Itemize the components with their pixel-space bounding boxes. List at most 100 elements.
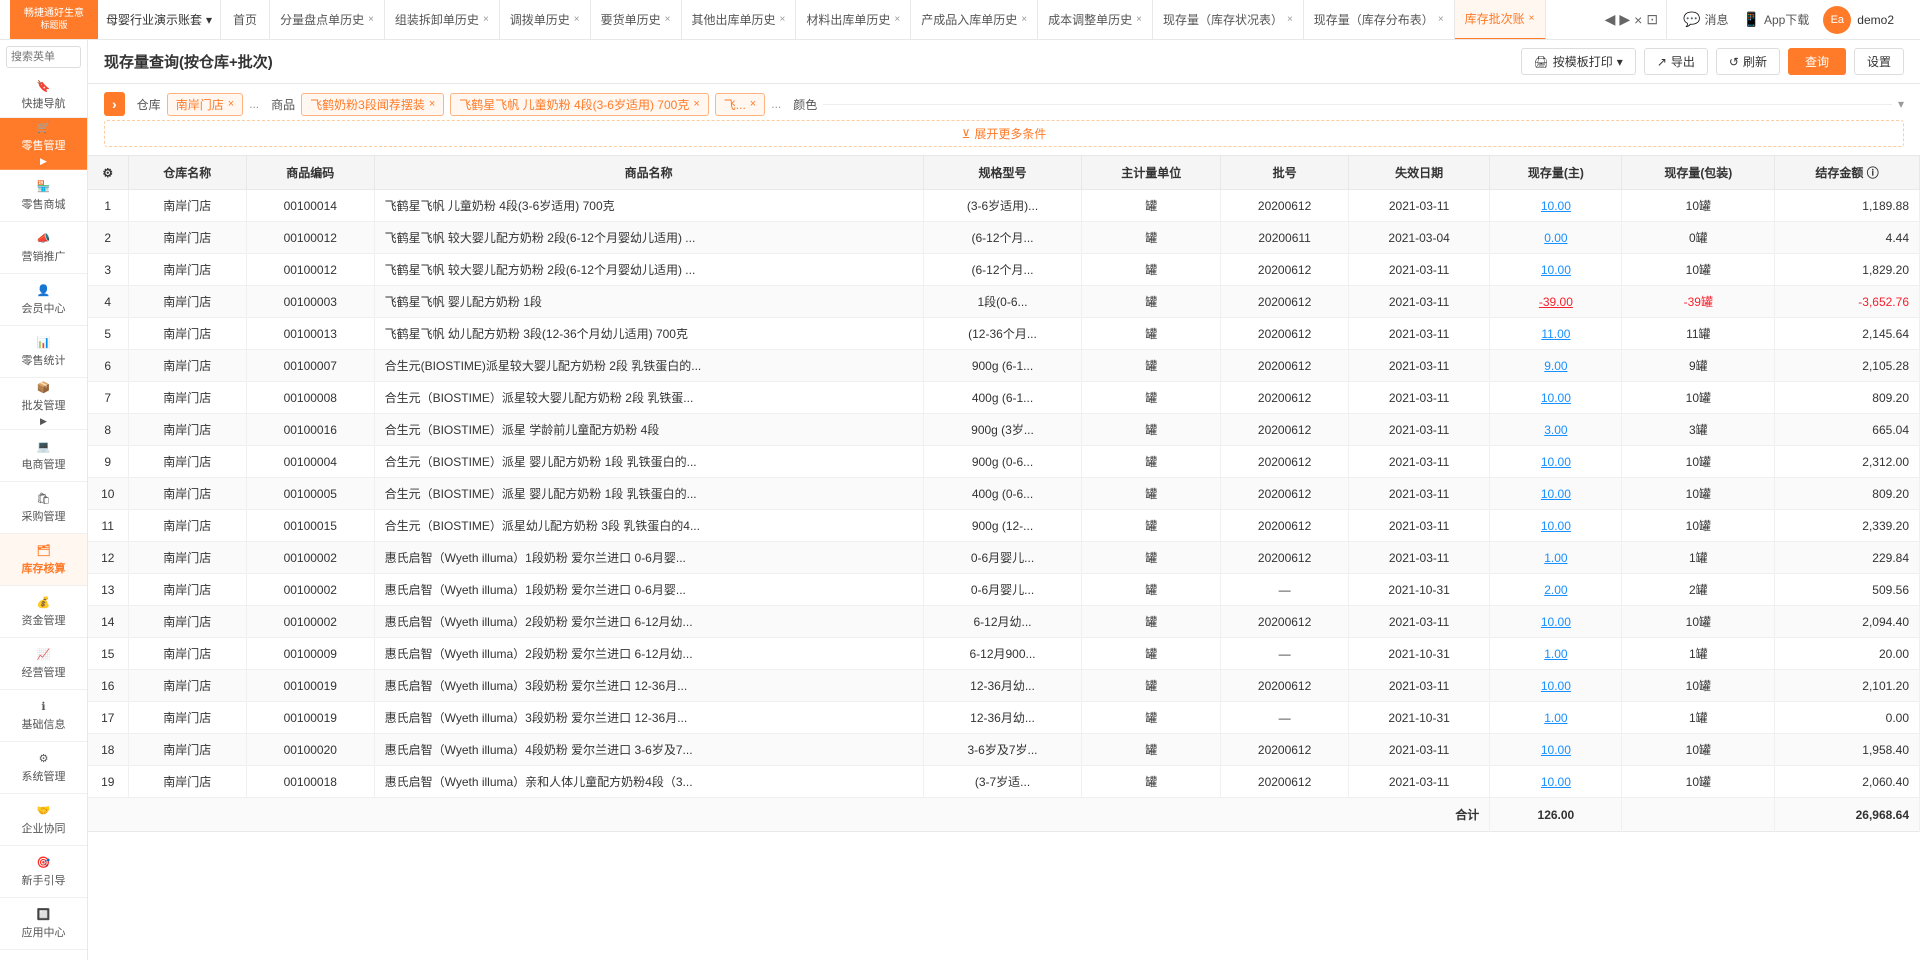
search-input[interactable] [6, 46, 81, 68]
sidebar-item-资金管理[interactable]: 💰 资金管理 [0, 586, 87, 638]
warehouse-remove-icon[interactable]: × [228, 98, 234, 110]
warehouse-tag[interactable]: 南岸门店 × [167, 93, 243, 116]
sys-icon: ⚙ [39, 752, 49, 765]
sidebar-item-企业协同[interactable]: 🤝 企业协同 [0, 794, 87, 846]
product-remove-icon-3[interactable]: × [750, 98, 756, 110]
tab-首页[interactable]: 首页 [221, 0, 270, 39]
tab-库存批次账[interactable]: 库存批次账× [1455, 0, 1546, 39]
refresh-button[interactable]: ↺ 刷新 [1716, 48, 1780, 75]
tab-next-icon[interactable]: ▶ [1619, 11, 1630, 28]
sidebar-item-会员中心[interactable]: 👤 会员中心 [0, 274, 87, 326]
sidebar-item-营销推广[interactable]: 📣 营销推广 [0, 222, 87, 274]
app-download-button[interactable]: 📱 App下载 [1743, 11, 1810, 28]
sidebar-item-零售商城[interactable]: 🏪 零售商城 [0, 170, 87, 222]
color-dropdown-icon[interactable]: ▾ [1898, 97, 1904, 111]
query-button[interactable]: 查询 [1788, 48, 1846, 75]
sidebar-item-系统管理[interactable]: ⚙ 系统管理 [0, 742, 87, 794]
color-label: 颜色 [793, 96, 817, 113]
cell-qty-main[interactable]: 0.00 [1490, 222, 1622, 254]
sidebar-item-批发管理[interactable]: 📦 批发管理 ▶ [0, 378, 87, 430]
cell-qty-main[interactable]: 10.00 [1490, 190, 1622, 222]
cell-qty-main[interactable]: 10.00 [1490, 254, 1622, 286]
product-tag-1[interactable]: 飞鹤奶粉3段闻荐摆装 × [301, 93, 444, 116]
tab-prev-icon[interactable]: ◀ [1605, 11, 1616, 28]
finance-icon: 💰 [37, 596, 51, 609]
cell-qty-main[interactable]: 9.00 [1490, 350, 1622, 382]
tab-成本调整单历史[interactable]: 成本调整单历史× [1038, 0, 1153, 39]
cell-expiry: 2021-03-11 [1348, 446, 1489, 478]
settings-button[interactable]: 设置 [1854, 48, 1904, 75]
sidebar-item-基础信息[interactable]: ℹ 基础信息 [0, 690, 87, 742]
sidebar-item-企业微信[interactable]: 💬 企业微信 [0, 950, 87, 960]
cell-qty-main[interactable]: 1.00 [1490, 638, 1622, 670]
col-warehouse[interactable]: 仓库名称 [128, 156, 246, 190]
cell-qty-main[interactable]: 10.00 [1490, 766, 1622, 798]
col-expiry[interactable]: 失效日期 [1348, 156, 1489, 190]
col-star[interactable]: ⚙ [88, 156, 128, 190]
cell-qty-main[interactable]: 10.00 [1490, 734, 1622, 766]
cell-amount: 20.00 [1775, 638, 1920, 670]
quick-nav[interactable]: 🔖 快捷导航 [0, 74, 87, 118]
cell-qty-main[interactable]: 10.00 [1490, 478, 1622, 510]
cell-qty-main[interactable]: 10.00 [1490, 606, 1622, 638]
tab-产成品入库单历史[interactable]: 产成品入库单历史× [911, 0, 1038, 39]
tab-more-icon[interactable]: ⊡ [1646, 11, 1658, 28]
cell-qty-main[interactable]: 1.00 [1490, 702, 1622, 734]
col-qty-pack[interactable]: 现存量(包装) [1622, 156, 1775, 190]
col-code[interactable]: 商品编码 [246, 156, 374, 190]
cell-qty-main[interactable]: 10.00 [1490, 446, 1622, 478]
warehouse-dots[interactable]: ... [249, 97, 259, 111]
product-dots[interactable]: ... [771, 97, 781, 111]
product-tag-2[interactable]: 飞鹤星飞帆 儿童奶粉 4段(3-6岁适用) 700克 × [450, 93, 708, 116]
cell-qty-main[interactable]: -39.00 [1490, 286, 1622, 318]
dropdown-header[interactable]: 母婴行业演示账套 ▾ [98, 0, 221, 39]
sidebar-item-零售管理[interactable]: 🛒 零售管理 ▶ [0, 118, 87, 170]
cell-code: 00100003 [246, 286, 374, 318]
cell-qty-main[interactable]: 11.00 [1490, 318, 1622, 350]
tab-分量盘点单历史[interactable]: 分量盘点单历史× [270, 0, 385, 39]
collab-icon: 🤝 [37, 804, 51, 817]
product-remove-icon-1[interactable]: × [429, 98, 435, 110]
sidebar-item-电商管理[interactable]: 💻 电商管理 [0, 430, 87, 482]
cell-qty-pack: 10罐 [1622, 254, 1775, 286]
user-avatar[interactable]: Ea demo2 [1823, 6, 1894, 34]
sidebar-item-库存核算[interactable]: 🗂 库存核算 [0, 534, 87, 586]
col-unit[interactable]: 主计量单位 [1082, 156, 1221, 190]
col-amount[interactable]: 结存金额 ⓘ [1775, 156, 1920, 190]
cell-qty-main[interactable]: 3.00 [1490, 414, 1622, 446]
cell-qty-main[interactable]: 1.00 [1490, 542, 1622, 574]
tab-现存量库存状况表[interactable]: 现存量（库存状况表）× [1153, 0, 1304, 39]
sidebar-item-零售统计[interactable]: 📊 零售统计 [0, 326, 87, 378]
col-name[interactable]: 商品名称 [374, 156, 923, 190]
tab-要货单历史[interactable]: 要货单历史× [591, 0, 682, 39]
cell-qty-main[interactable]: 10.00 [1490, 510, 1622, 542]
sidebar-item-经营管理[interactable]: 📈 经营管理 [0, 638, 87, 690]
settings-gear-icon[interactable]: ⚙ [102, 166, 113, 180]
col-qty-main[interactable]: 现存量(主) [1490, 156, 1622, 190]
cell-qty-main[interactable]: 10.00 [1490, 670, 1622, 702]
col-spec[interactable]: 规格型号 [923, 156, 1081, 190]
tab-材料出库单历史[interactable]: 材料出库单历史× [796, 0, 911, 39]
export-button[interactable]: ↗ 导出 [1644, 48, 1708, 75]
product-extra-tag[interactable]: 飞... × [715, 93, 765, 116]
tab-其他出库单历史[interactable]: 其他出库单历史× [682, 0, 797, 39]
sidebar-item-采购管理[interactable]: 🛍 采购管理 [0, 482, 87, 534]
message-button[interactable]: 💬 消息 [1683, 11, 1728, 28]
print-button[interactable]: 🖨 按模板打印 ▾ [1521, 48, 1636, 75]
sidebar-item-应用中心[interactable]: 🔲 应用中心 [0, 898, 87, 950]
cell-amount: 1,958.40 [1775, 734, 1920, 766]
cell-spec: (3-7岁适... [923, 766, 1081, 798]
tab-组装拆卸单历史[interactable]: 组装拆卸单历史× [385, 0, 500, 39]
cell-qty-main[interactable]: 10.00 [1490, 382, 1622, 414]
expand-filter-button[interactable]: › [104, 92, 125, 116]
tab-调拨单历史[interactable]: 调拨单历史× [500, 0, 591, 39]
expand-more-row[interactable]: ⊻ 展开更多条件 [104, 120, 1904, 147]
col-batch[interactable]: 批号 [1221, 156, 1349, 190]
tab-现存量库存分布表[interactable]: 现存量（库存分布表）× [1304, 0, 1455, 39]
sidebar-item-新手引导[interactable]: 🎯 新手引导 [0, 846, 87, 898]
cell-qty-main[interactable]: 2.00 [1490, 574, 1622, 606]
tab-close-all-icon[interactable]: × [1634, 12, 1642, 28]
product-remove-icon-2[interactable]: × [693, 98, 699, 110]
cell-name: 惠氏启智（Wyeth illuma）3段奶粉 爱尔兰进口 12-36月... [374, 670, 923, 702]
cell-qty-pack: 1罐 [1622, 542, 1775, 574]
